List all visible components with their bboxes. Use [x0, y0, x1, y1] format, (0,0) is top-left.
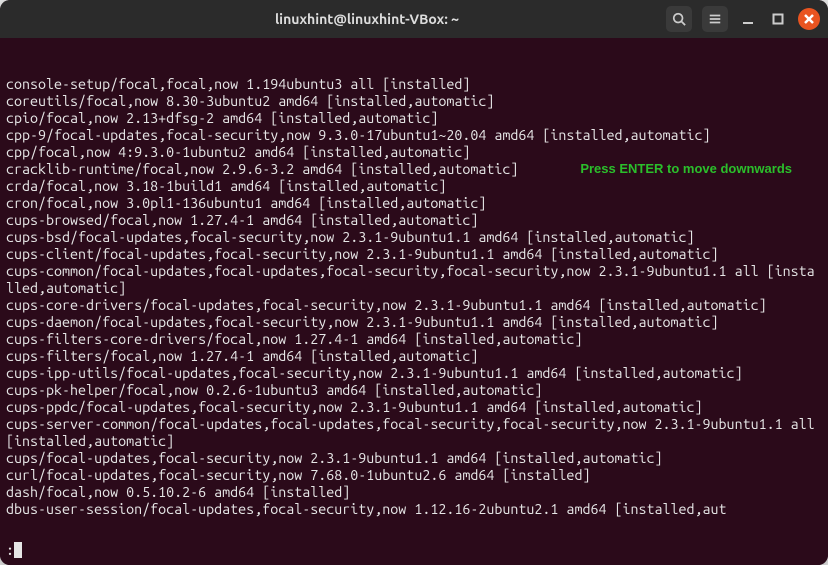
cursor	[14, 542, 22, 558]
terminal-output: console-setup/focal,focal,now 1.194ubunt…	[6, 76, 822, 518]
pager-prompt: :	[6, 542, 22, 559]
hamburger-icon	[708, 12, 722, 26]
close-icon	[804, 14, 814, 24]
search-button[interactable]	[666, 6, 692, 32]
titlebar: linuxhint@linuxhint-VBox: ~	[0, 0, 828, 38]
minimize-icon	[742, 13, 754, 25]
terminal-viewport[interactable]: console-setup/focal,focal,now 1.194ubunt…	[0, 38, 828, 565]
terminal-window: linuxhint@linuxhint-VBox: ~ console-setu…	[0, 0, 828, 565]
close-button[interactable]	[798, 8, 820, 30]
search-icon	[672, 12, 686, 26]
maximize-icon	[772, 13, 784, 25]
minimize-button[interactable]	[738, 9, 758, 29]
window-title: linuxhint@linuxhint-VBox: ~	[76, 11, 658, 27]
maximize-button[interactable]	[768, 9, 788, 29]
menu-button[interactable]	[702, 6, 728, 32]
annotation-overlay: Press ENTER to move downwards	[580, 160, 792, 177]
